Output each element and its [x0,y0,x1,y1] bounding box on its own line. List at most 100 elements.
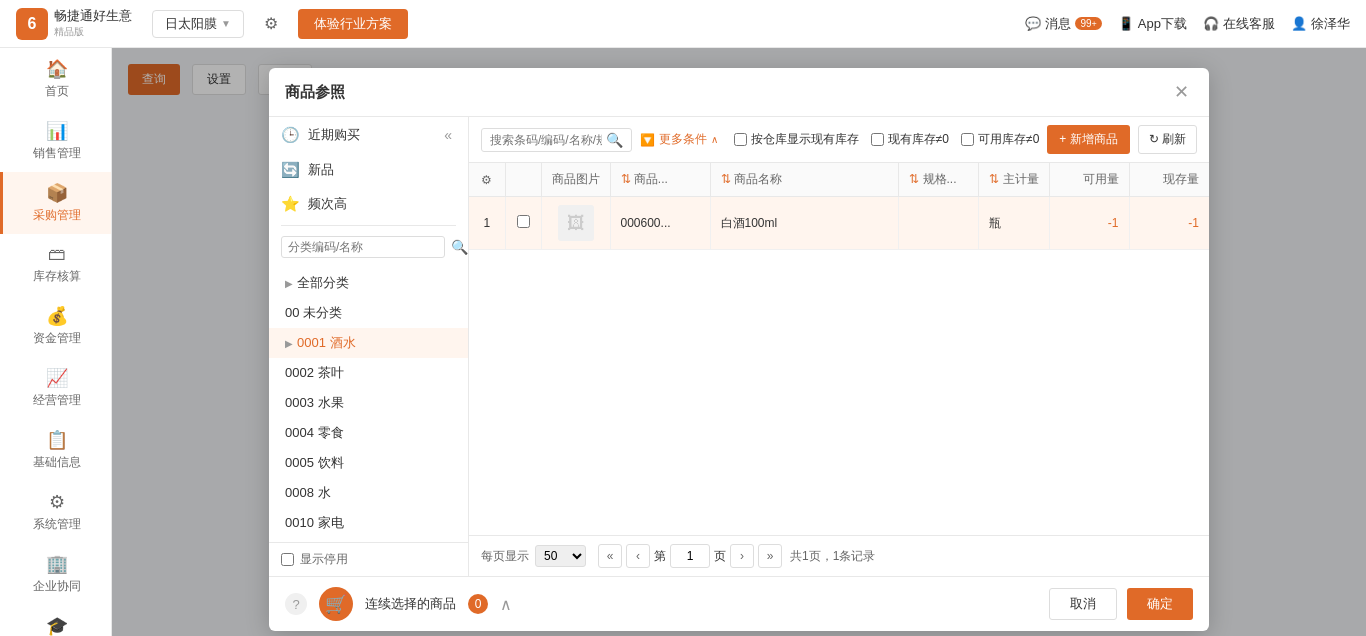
cancel-button[interactable]: 取消 [1049,588,1117,620]
col-unit-header[interactable]: ⇅ 主计量 [979,163,1049,197]
col-name-header[interactable]: ⇅ 商品名称 [710,163,899,197]
sort-name-icon: ⇅ [721,172,731,186]
show-disabled-area: 显示停用 [269,542,468,576]
product-search-input[interactable] [490,133,602,147]
category-c0008-label: 0008 水 [285,485,331,500]
add-product-button[interactable]: + 新增商品 [1047,125,1129,154]
category-list: ▶ 全部分类 00 未分类 ▶ 0001 酒水 0002 茶 [269,264,468,542]
sidebar-item-home[interactable]: 🏠 首页 [0,48,111,110]
message-badge: 99 [1075,17,1101,30]
check-warehouse-input[interactable] [734,133,747,146]
row-checkbox[interactable] [517,215,530,228]
left-nav-new[interactable]: 🔄 新品 [269,153,468,187]
sidebar-item-sales[interactable]: 📊 销售管理 [0,110,111,172]
confirm-button[interactable]: 确定 [1127,588,1193,620]
refresh-table-button[interactable]: ↻ 刷新 [1138,125,1197,154]
category-c0003-label: 0003 水果 [285,395,344,410]
row-checkbox-cell[interactable] [505,197,541,250]
category-item-all[interactable]: ▶ 全部分类 [269,268,468,298]
finance-icon: 💰 [46,305,68,327]
modal-title: 商品参照 [285,83,345,102]
show-disabled-checkbox[interactable] [281,553,294,566]
row-name: 白酒100ml [710,197,899,250]
page-prev-button[interactable]: ‹ [626,544,650,568]
table-row[interactable]: 1 🖼 000600... 白酒100ml [469,197,1209,250]
settings-icon[interactable]: ⚙ [256,9,286,39]
continuous-label: 连续选择的商品 [365,595,456,613]
category-item-c0005[interactable]: 0005 饮料 [269,448,468,478]
col-spec-header[interactable]: ⇅ 规格... [899,163,979,197]
left-nav-freq[interactable]: ⭐ 频次高 [269,187,468,221]
sidebar-item-enterprise[interactable]: 🏢 企业协同 [0,543,111,605]
check-stock-label[interactable]: 现有库存≠0 [871,131,949,148]
per-page-select[interactable]: 50 10 20 100 [535,545,586,567]
check-warehouse-label[interactable]: 按仓库显示现有库存 [734,131,859,148]
collapse-left-icon[interactable]: « [440,125,456,145]
toolbar: 🔍 🔽 更多条件 ∧ 按仓库显示现有库存 [469,117,1209,163]
modal-right-panel: 🔍 🔽 更多条件 ∧ 按仓库显示现有库存 [469,117,1209,576]
modal-close-button[interactable]: ✕ [1169,80,1193,104]
clock-icon: 🕒 [281,126,300,144]
category-item-c0004[interactable]: 0004 零食 [269,418,468,448]
category-search-input[interactable] [281,236,445,258]
footer-buttons: 取消 确定 [1049,588,1193,620]
cart-button[interactable]: 🛒 [319,587,353,621]
page-input[interactable] [670,544,710,568]
row-code: 000600... [610,197,710,250]
divider [281,225,456,226]
messages-btn[interactable]: 💬 消息 99 [1025,15,1101,33]
sidebar: 🏠 首页 📊 销售管理 📦 采购管理 🗃 库存核算 💰 资金管理 📈 经营管理 … [0,48,112,636]
sidebar-item-finance[interactable]: 💰 资金管理 [0,295,111,357]
trial-button[interactable]: 体验行业方案 [298,9,408,39]
check-stock-input[interactable] [871,133,884,146]
category-item-c0003[interactable]: 0003 水果 [269,388,468,418]
app-download-btn[interactable]: 📱 App下载 [1118,15,1187,33]
col-settings[interactable]: ⚙ [469,163,505,197]
check-avail-input[interactable] [961,133,974,146]
nav-selector[interactable]: 日太阳膜 ▼ [152,10,244,38]
sidebar-item-business[interactable]: 📈 经营管理 [0,357,111,419]
sidebar-item-inventory[interactable]: 🗃 库存核算 [0,234,111,295]
page-first-button[interactable]: « [598,544,622,568]
category-all-label: 全部分类 [297,274,349,292]
left-nav-new-label: 新品 [308,161,334,179]
category-c0001-label: 0001 酒水 [297,334,356,352]
sidebar-item-system[interactable]: ⚙ 系统管理 [0,481,111,543]
left-nav-recent[interactable]: 🕒 近期购买 « [269,117,468,153]
check-warehouse-text: 按仓库显示现有库存 [751,131,859,148]
product-search-icon[interactable]: 🔍 [606,132,623,148]
sidebar-item-inventory-label: 库存核算 [33,268,81,285]
sidebar-item-basic[interactable]: 📋 基础信息 [0,419,111,481]
help-icon[interactable]: ? [285,593,307,615]
online-service-btn[interactable]: 🎧 在线客服 [1203,15,1275,33]
page-last-button[interactable]: » [758,544,782,568]
category-item-c0010[interactable]: 0010 家电 [269,508,468,538]
expand-icon: ▶ [285,278,293,289]
sidebar-item-purchase[interactable]: 📦 采购管理 [0,172,111,234]
check-avail-label[interactable]: 可用库存≠0 [961,131,1039,148]
filter-button[interactable]: 🔽 更多条件 ∧ [640,131,718,148]
home-icon: 🏠 [46,58,68,80]
category-item-c0002[interactable]: 0002 茶叶 [269,358,468,388]
app-download-label: App下载 [1138,15,1187,33]
category-item-c00[interactable]: 00 未分类 [269,298,468,328]
row-unit: 瓶 [979,197,1049,250]
page-next-button[interactable]: › [730,544,754,568]
check-avail-text: 可用库存≠0 [978,131,1039,148]
product-table-container: ⚙ 商品图片 ⇅ 商品... [469,163,1209,535]
col-code-header[interactable]: ⇅ 商品... [610,163,710,197]
purchase-icon: 📦 [46,182,68,204]
sidebar-item-newbie[interactable]: 🎓 新手引导 [0,605,111,636]
action-buttons: + 新增商品 ↻ 刷新 [1047,125,1197,154]
user-profile[interactable]: 👤 徐泽华 [1291,15,1350,33]
modal-header: 商品参照 ✕ [269,68,1209,117]
category-c0005-label: 0005 饮料 [285,455,344,470]
category-item-c0001[interactable]: ▶ 0001 酒水 [269,328,468,358]
expand-selection-icon[interactable]: ∧ [500,595,512,614]
col-img-header: 商品图片 [541,163,610,197]
product-search-bar: 🔍 [481,128,632,152]
basic-icon: 📋 [46,429,68,451]
category-search-icon[interactable]: 🔍 [451,239,468,255]
logo-area: 6 畅捷通好生意 精品版 [16,8,132,40]
category-item-c0008[interactable]: 0008 水 [269,478,468,508]
